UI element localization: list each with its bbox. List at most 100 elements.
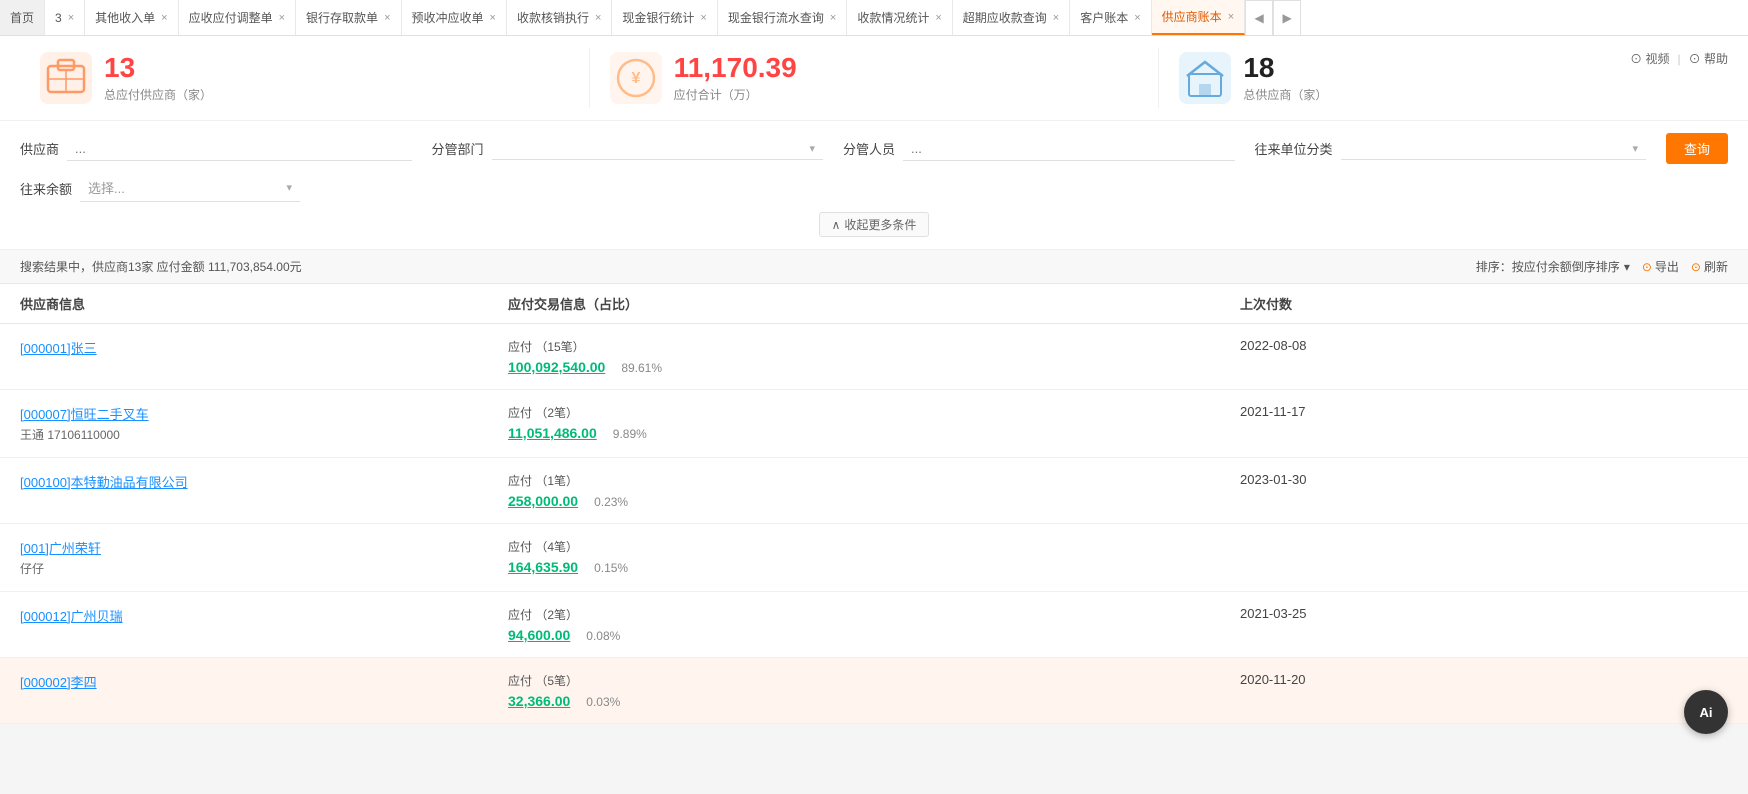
tx-amount-link[interactable]: 11,051,486.00 <box>508 425 597 441</box>
table-row[interactable]: [000100]本特勤油品有限公司 应付 （1笔） 258,000.00 0.2… <box>0 458 1748 524</box>
table-row[interactable]: [001]广州荣轩 仔仔 应付 （4笔） 164,635.90 0.15% <box>0 524 1748 592</box>
tx-type-count: 应付 （5笔） <box>508 672 1240 689</box>
supplier-link[interactable]: [001]广州荣轩 <box>20 538 508 557</box>
dept-filter-select[interactable]: ▾ <box>492 138 823 160</box>
nav-tab-prepay-ar-label: 预收冲应收单 <box>412 9 484 26</box>
export-button[interactable]: ⊙ 导出 <box>1642 258 1679 275</box>
tx-percent: 0.08% <box>586 629 620 643</box>
nav-tab-3-close[interactable]: × <box>68 12 74 24</box>
supplier-filter-input[interactable] <box>67 137 411 161</box>
video-link[interactable]: ⊙ 视频 <box>1630 50 1669 67</box>
nav-tab-bank-deposit[interactable]: 银行存取款单 × <box>296 0 401 35</box>
supplier-info-cell: [000002]李四 <box>20 672 508 709</box>
nav-tab-cash-bank-stat-label: 现金银行统计 <box>622 9 694 26</box>
tx-amount-row: 100,092,540.00 89.61% <box>508 357 1240 375</box>
collapse-button[interactable]: ∧ 收起更多条件 <box>819 212 930 237</box>
filter-row-1: 供应商 分管部门 ▾ 分管人员 往来单位分类 ▾ 查询 <box>20 133 1728 164</box>
nav-prev-arrow[interactable]: ◀ <box>1245 0 1273 36</box>
tx-info-cell: 应付 （1笔） 258,000.00 0.23% <box>508 472 1240 509</box>
nav-tab-cash-bank-stat[interactable]: 现金银行统计 × <box>612 0 717 35</box>
result-summary: 搜索结果中，供应商13家 应付金额 111,703,854.00元 <box>20 258 302 275</box>
stats-label-payable: 应付合计（万） <box>674 86 797 103</box>
header-supplier-info: 供应商信息 <box>20 294 508 313</box>
nav-tab-receipt-stat[interactable]: 收款情况统计 × <box>847 0 952 35</box>
tx-amount-row: 94,600.00 0.08% <box>508 625 1240 643</box>
nav-tab-overdue-ar-close[interactable]: × <box>1053 12 1059 24</box>
supplier-link[interactable]: [000012]广州贝瑞 <box>20 606 508 625</box>
tx-type-count: 应付 （2笔） <box>508 404 1240 421</box>
stats-value-suppliers: 13 <box>104 54 212 82</box>
last-pay-cell: 2023-01-30 <box>1240 472 1728 509</box>
nav-tab-3[interactable]: 3 × <box>45 0 85 35</box>
nav-tab-ar-ap-adjust[interactable]: 应收应付调整单 × <box>179 0 296 35</box>
table-row[interactable]: [000012]广州贝瑞 应付 （2笔） 94,600.00 0.08% 202… <box>0 592 1748 658</box>
balance-filter-select[interactable]: 选择... ▾ <box>80 174 300 202</box>
tx-info-cell: 应付 （5笔） 32,366.00 0.03% <box>508 672 1240 709</box>
category-filter: 往来单位分类 ▾ <box>1255 138 1647 160</box>
person-filter-input[interactable] <box>903 137 1234 161</box>
tx-type-count: 应付 （2笔） <box>508 606 1240 623</box>
nav-tab-supplier-book[interactable]: 供应商账本 × <box>1152 0 1245 35</box>
nav-tab-prepay-ar-close[interactable]: × <box>490 12 496 24</box>
query-button[interactable]: 查询 <box>1666 133 1728 164</box>
ai-button[interactable]: Ai <box>1684 690 1728 734</box>
dept-filter: 分管部门 ▾ <box>432 138 824 160</box>
category-chevron-icon: ▾ <box>1632 142 1638 155</box>
nav-tab-receipt-stat-label: 收款情况统计 <box>857 9 929 26</box>
nav-tab-prepay-ar[interactable]: 预收冲应收单 × <box>402 0 507 35</box>
tx-amount-link[interactable]: 164,635.90 <box>508 559 578 575</box>
nav-tab-overdue-ar[interactable]: 超期应收款查询 × <box>953 0 1070 35</box>
supplier-link[interactable]: [000007]恒旺二手叉车 <box>20 404 508 423</box>
nav-tab-receipt-verify[interactable]: 收款核销执行 × <box>507 0 612 35</box>
stats-block-payable: ¥ 11,170.39 应付合计（万） <box>590 48 1160 108</box>
nav-tab-ar-ap-adjust-close[interactable]: × <box>279 12 285 24</box>
help-link[interactable]: ⊙ 帮助 <box>1689 50 1728 67</box>
tx-percent: 0.23% <box>594 495 628 509</box>
supplier-link[interactable]: [000100]本特勤油品有限公司 <box>20 472 508 491</box>
nav-tab-bank-deposit-label: 银行存取款单 <box>306 9 378 26</box>
supplier-filter: 供应商 <box>20 137 412 161</box>
last-pay-date: 2023-01-30 <box>1240 472 1307 487</box>
nav-tab-receipt-stat-close[interactable]: × <box>935 12 941 24</box>
nav-tab-receipt-verify-label: 收款核销执行 <box>517 9 589 26</box>
last-pay-cell <box>1240 538 1728 577</box>
nav-tab-cash-bank-flow-close[interactable]: × <box>830 12 836 24</box>
stats-right-links: ⊙ 视频 | ⊙ 帮助 <box>1630 50 1728 67</box>
tx-amount-link[interactable]: 32,366.00 <box>508 693 570 709</box>
stats-block-suppliers: 13 总应付供应商（家） <box>20 48 590 108</box>
tx-amount-row: 258,000.00 0.23% <box>508 491 1240 509</box>
nav-next-arrow[interactable]: ▶ <box>1273 0 1301 36</box>
tx-amount-row: 11,051,486.00 9.89% <box>508 423 1240 441</box>
nav-tab-home[interactable]: 首页 <box>0 0 45 35</box>
supplier-link[interactable]: [000001]张三 <box>20 338 508 357</box>
nav-tab-supplier-book-close[interactable]: × <box>1228 11 1234 23</box>
nav-tab-other-income[interactable]: 其他收入单 × <box>85 0 178 35</box>
nav-tab-customer-book-close[interactable]: × <box>1134 12 1140 24</box>
sort-select[interactable]: 排序：按应付余额倒序排序 ▾ <box>1476 258 1630 275</box>
last-pay-date: 2020-11-20 <box>1240 672 1306 687</box>
sort-chevron-icon: ▾ <box>1624 260 1630 274</box>
last-pay-date: 2021-03-25 <box>1240 606 1307 621</box>
sort-label: 排序：按应付余额倒序排序 <box>1476 258 1620 275</box>
tx-amount-link[interactable]: 94,600.00 <box>508 627 570 643</box>
nav-tab-cash-bank-flow[interactable]: 现金银行流水查询 × <box>718 0 847 35</box>
table-row[interactable]: [000002]李四 应付 （5笔） 32,366.00 0.03% 2020-… <box>0 658 1748 724</box>
refresh-button[interactable]: ⊙ 刷新 <box>1691 258 1728 275</box>
tx-amount-link[interactable]: 100,092,540.00 <box>508 359 605 375</box>
nav-tab-bank-deposit-close[interactable]: × <box>384 12 390 24</box>
tx-amount-row: 164,635.90 0.15% <box>508 557 1240 575</box>
category-filter-select[interactable]: ▾ <box>1341 138 1646 160</box>
tx-amount-link[interactable]: 258,000.00 <box>508 493 578 509</box>
nav-tab-customer-book[interactable]: 客户账本 × <box>1070 0 1151 35</box>
supplier-link[interactable]: [000002]李四 <box>20 672 508 691</box>
header-last-pay: 上次付数 <box>1240 294 1728 313</box>
table-row[interactable]: [000001]张三 应付 （15笔） 100,092,540.00 89.61… <box>0 324 1748 390</box>
nav-tab-supplier-book-label: 供应商账本 <box>1162 8 1222 25</box>
nav-tab-other-income-close[interactable]: × <box>161 12 167 24</box>
tx-type-count: 应付 （1笔） <box>508 472 1240 489</box>
supplier-sub-info: 仔仔 <box>20 560 508 577</box>
nav-tab-cash-bank-stat-close[interactable]: × <box>700 12 706 24</box>
nav-tab-receipt-verify-close[interactable]: × <box>595 12 601 24</box>
tx-percent: 0.03% <box>586 695 620 709</box>
table-row[interactable]: [000007]恒旺二手叉车 王通 17106110000 应付 （2笔） 11… <box>0 390 1748 458</box>
